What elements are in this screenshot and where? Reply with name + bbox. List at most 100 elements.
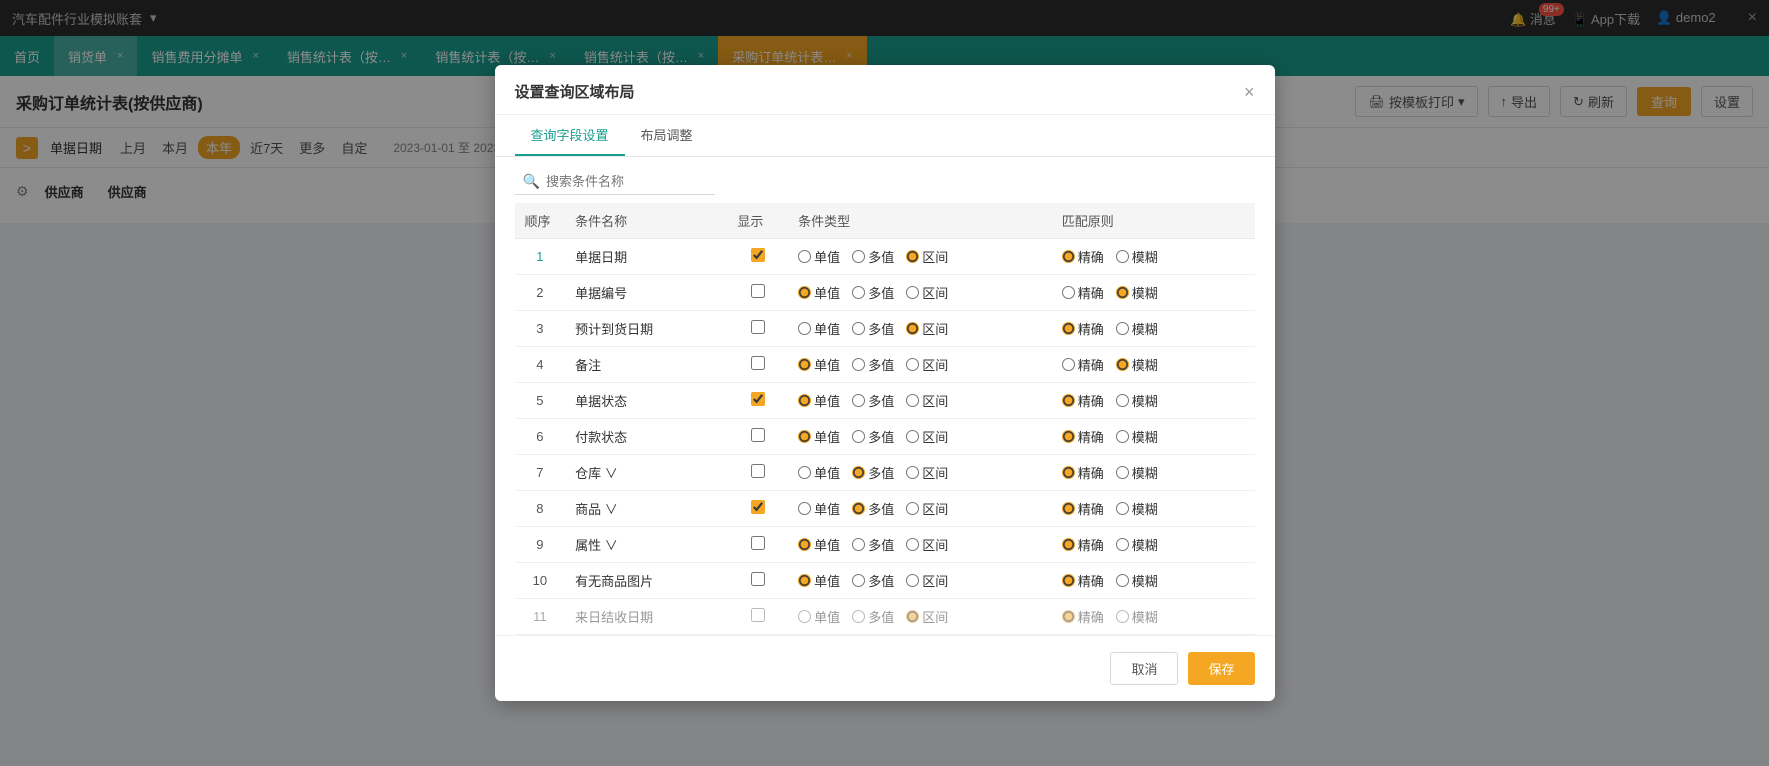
match-radio-option[interactable]: 模糊 bbox=[1116, 427, 1158, 446]
match-radio-option[interactable]: 模糊 bbox=[1116, 535, 1158, 554]
type-radio-option[interactable]: 多值 bbox=[852, 391, 894, 410]
match-radio-option[interactable]: 精确 bbox=[1062, 499, 1104, 518]
row-show-checkbox[interactable] bbox=[751, 284, 765, 298]
type-radio-option[interactable]: 多值 bbox=[852, 355, 894, 374]
match-radio-option[interactable]: 模糊 bbox=[1116, 571, 1158, 590]
modal-search-area: 🔍 bbox=[495, 157, 1275, 203]
table-row: 4备注单值多值区间精确模糊 bbox=[515, 347, 1255, 383]
type-radio-option[interactable]: 单值 bbox=[798, 571, 840, 590]
type-radio-option[interactable]: 单值 bbox=[798, 247, 840, 266]
row-match-cell: 精确模糊 bbox=[1052, 383, 1255, 419]
match-radio-group: 精确模糊 bbox=[1062, 319, 1245, 338]
type-radio-option[interactable]: 多值 bbox=[852, 571, 894, 590]
row-show-checkbox[interactable] bbox=[751, 500, 765, 514]
match-radio-option[interactable]: 精确 bbox=[1062, 535, 1104, 554]
match-radio-option[interactable]: 模糊 bbox=[1116, 607, 1158, 626]
match-radio-option[interactable]: 模糊 bbox=[1116, 283, 1158, 302]
match-radio-option[interactable]: 模糊 bbox=[1116, 319, 1158, 338]
type-radio-option[interactable]: 多值 bbox=[852, 499, 894, 518]
match-radio-option[interactable]: 精确 bbox=[1062, 319, 1104, 338]
row-condition-name: 商品 ∨ bbox=[565, 491, 727, 527]
type-radio-option[interactable]: 单值 bbox=[798, 283, 840, 302]
type-radio-option[interactable]: 单值 bbox=[798, 499, 840, 518]
type-radio-option[interactable]: 区间 bbox=[906, 571, 948, 590]
type-radio-option[interactable]: 区间 bbox=[906, 319, 948, 338]
type-radio-option[interactable]: 单值 bbox=[798, 607, 840, 626]
type-radio-option[interactable]: 多值 bbox=[852, 427, 894, 446]
row-order: 5 bbox=[515, 383, 566, 419]
type-radio-option[interactable]: 多值 bbox=[852, 319, 894, 338]
match-radio-option[interactable]: 精确 bbox=[1062, 355, 1104, 374]
row-condition-name: 付款状态 bbox=[565, 419, 727, 455]
modal-tab-query-fields[interactable]: 查询字段设置 bbox=[515, 115, 625, 156]
row-show-checkbox[interactable] bbox=[751, 248, 765, 262]
match-radio-option[interactable]: 模糊 bbox=[1116, 463, 1158, 482]
match-radio-option[interactable]: 模糊 bbox=[1116, 499, 1158, 518]
match-radio-group: 精确模糊 bbox=[1062, 499, 1245, 518]
modal-footer: 取消 保存 bbox=[495, 635, 1275, 701]
table-row: 8商品 ∨单值多值区间精确模糊 bbox=[515, 491, 1255, 527]
match-radio-group: 精确模糊 bbox=[1062, 535, 1245, 554]
match-radio-option[interactable]: 精确 bbox=[1062, 247, 1104, 266]
row-show-checkbox[interactable] bbox=[751, 464, 765, 478]
save-btn[interactable]: 保存 bbox=[1188, 652, 1254, 685]
type-radio-group: 单值多值区间 bbox=[798, 355, 1042, 374]
cancel-btn[interactable]: 取消 bbox=[1110, 652, 1178, 685]
type-radio-option[interactable]: 区间 bbox=[906, 391, 948, 410]
type-radio-option[interactable]: 单值 bbox=[798, 391, 840, 410]
row-show-checkbox-cell bbox=[727, 455, 788, 491]
match-radio-option[interactable]: 精确 bbox=[1062, 391, 1104, 410]
type-radio-group: 单值多值区间 bbox=[798, 427, 1042, 446]
type-radio-option[interactable]: 区间 bbox=[906, 607, 948, 626]
type-radio-option[interactable]: 区间 bbox=[906, 499, 948, 518]
row-show-checkbox[interactable] bbox=[751, 356, 765, 370]
type-radio-option[interactable]: 单值 bbox=[798, 463, 840, 482]
match-radio-option[interactable]: 精确 bbox=[1062, 283, 1104, 302]
search-input[interactable] bbox=[546, 174, 706, 189]
modal-close-btn[interactable]: × bbox=[1244, 83, 1255, 101]
match-radio-group: 精确模糊 bbox=[1062, 247, 1245, 266]
type-radio-option[interactable]: 单值 bbox=[798, 535, 840, 554]
modal-table-wrap: 顺序 条件名称 显示 条件类型 匹配原则 bbox=[495, 203, 1275, 635]
type-radio-option[interactable]: 单值 bbox=[798, 427, 840, 446]
type-radio-option[interactable]: 区间 bbox=[906, 355, 948, 374]
table-row: 1单据日期单值多值区间精确模糊 bbox=[515, 239, 1255, 275]
type-radio-option[interactable]: 多值 bbox=[852, 607, 894, 626]
type-radio-option[interactable]: 单值 bbox=[798, 319, 840, 338]
type-radio-option[interactable]: 区间 bbox=[906, 247, 948, 266]
row-show-checkbox[interactable] bbox=[751, 608, 765, 622]
match-radio-option[interactable]: 模糊 bbox=[1116, 391, 1158, 410]
row-show-checkbox[interactable] bbox=[751, 320, 765, 334]
type-radio-option[interactable]: 多值 bbox=[852, 247, 894, 266]
type-radio-option[interactable]: 多值 bbox=[852, 283, 894, 302]
row-match-cell: 精确模糊 bbox=[1052, 491, 1255, 527]
row-show-checkbox[interactable] bbox=[751, 572, 765, 586]
modal-table: 顺序 条件名称 显示 条件类型 匹配原则 bbox=[515, 203, 1255, 635]
match-radio-option[interactable]: 精确 bbox=[1062, 571, 1104, 590]
match-radio-option[interactable]: 模糊 bbox=[1116, 355, 1158, 374]
row-show-checkbox[interactable] bbox=[751, 392, 765, 406]
th-show: 显示 bbox=[727, 203, 788, 239]
type-radio-option[interactable]: 区间 bbox=[906, 283, 948, 302]
match-radio-option[interactable]: 精确 bbox=[1062, 427, 1104, 446]
row-show-checkbox[interactable] bbox=[751, 536, 765, 550]
type-radio-option[interactable]: 多值 bbox=[852, 463, 894, 482]
row-show-checkbox[interactable] bbox=[751, 428, 765, 442]
type-radio-option[interactable]: 区间 bbox=[906, 463, 948, 482]
match-radio-option[interactable]: 精确 bbox=[1062, 463, 1104, 482]
type-radio-option[interactable]: 区间 bbox=[906, 535, 948, 554]
row-condition-name: 属性 ∨ bbox=[565, 527, 727, 563]
match-radio-option[interactable]: 精确 bbox=[1062, 607, 1104, 626]
type-radio-option[interactable]: 多值 bbox=[852, 535, 894, 554]
row-type-cell: 单值多值区间 bbox=[788, 275, 1052, 311]
row-condition-name: 仓库 ∨ bbox=[565, 455, 727, 491]
modal-tab-layout[interactable]: 布局调整 bbox=[625, 115, 709, 156]
table-row: 3预计到货日期单值多值区间精确模糊 bbox=[515, 311, 1255, 347]
match-radio-option[interactable]: 模糊 bbox=[1116, 247, 1158, 266]
row-match-cell: 精确模糊 bbox=[1052, 311, 1255, 347]
row-match-cell: 精确模糊 bbox=[1052, 239, 1255, 275]
th-type: 条件类型 bbox=[788, 203, 1052, 239]
row-match-cell: 精确模糊 bbox=[1052, 347, 1255, 383]
type-radio-option[interactable]: 单值 bbox=[798, 355, 840, 374]
type-radio-option[interactable]: 区间 bbox=[906, 427, 948, 446]
